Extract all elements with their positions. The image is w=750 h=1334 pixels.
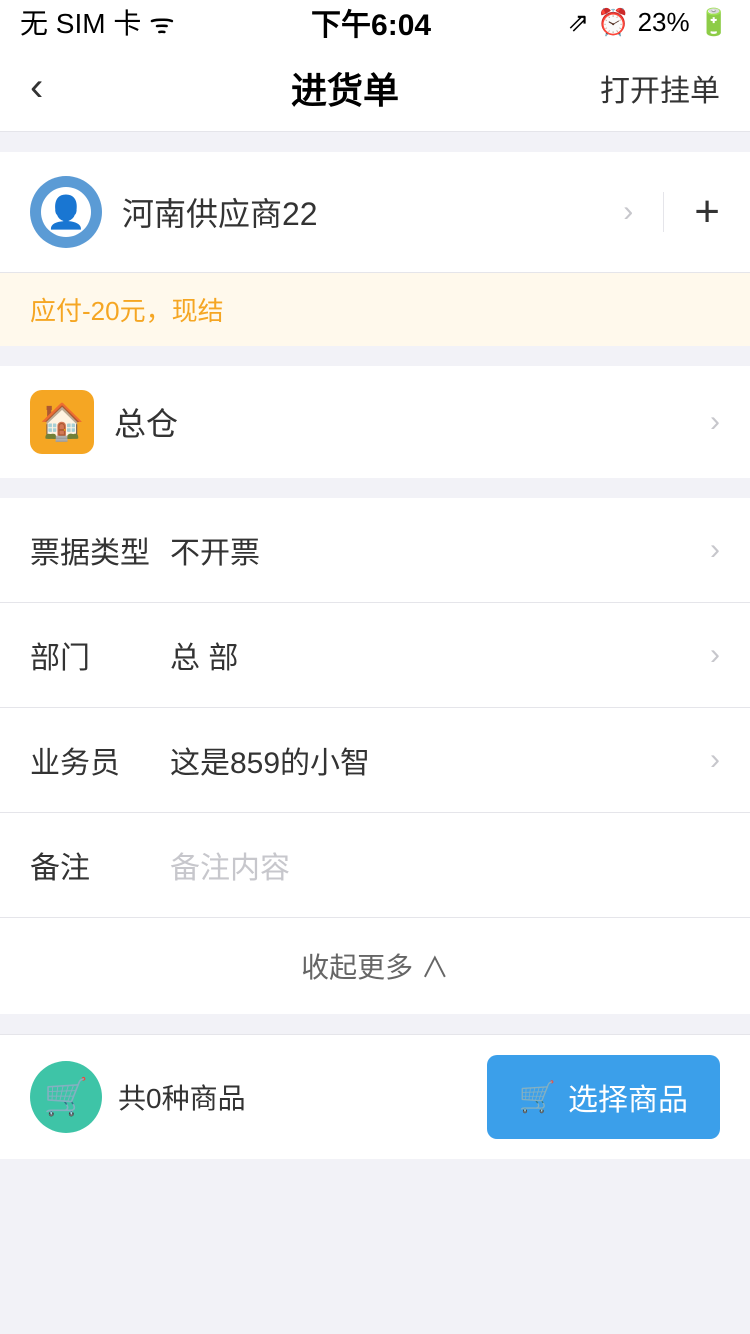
salesperson-label: 业务员 bbox=[30, 738, 170, 782]
collapse-button[interactable]: 收起更多 ∧ bbox=[0, 917, 750, 1014]
supplier-section: 👤 河南供应商22 › + 应付-20元，现结 bbox=[0, 152, 750, 346]
dept-label: 部门 bbox=[30, 633, 170, 677]
bottom-bar: 🛒 共0种商品 🛒 选择商品 bbox=[0, 1034, 750, 1159]
dept-value: 总 部 bbox=[170, 633, 710, 677]
supplier-name: 河南供应商22 bbox=[122, 189, 623, 235]
invoice-label: 票据类型 bbox=[30, 528, 170, 572]
warehouse-icon-wrap: 🏠 bbox=[30, 390, 94, 454]
back-button[interactable]: ‹ bbox=[30, 65, 90, 110]
supplier-notice: 应付-20元，现结 bbox=[0, 273, 750, 346]
avatar: 👤 bbox=[30, 176, 102, 248]
person-icon: 👤 bbox=[46, 193, 86, 231]
open-pending-button[interactable]: 打开挂单 bbox=[600, 66, 720, 110]
shopping-cart-icon: 🛒 bbox=[44, 1076, 89, 1118]
chevron-right-icon-invoice: › bbox=[710, 533, 720, 567]
section-gap-2 bbox=[0, 346, 750, 366]
form-row-dept[interactable]: 部门 总 部 › bbox=[0, 602, 750, 707]
form-row-invoice[interactable]: 票据类型 不开票 › bbox=[0, 498, 750, 602]
warehouse-row[interactable]: 🏠 总仓 › bbox=[0, 366, 750, 478]
sim-label: 无 SIM 卡 ᯤ bbox=[20, 2, 175, 42]
remark-input[interactable]: 备注内容 bbox=[170, 843, 720, 887]
warehouse-icon: 🏠 bbox=[40, 401, 85, 443]
warehouse-section: 🏠 总仓 › bbox=[0, 366, 750, 478]
product-count-label: 共0种商品 bbox=[118, 1077, 246, 1117]
status-bar: 无 SIM 卡 ᯤ 下午6:04 ⇗ ⏰ 23% 🔋 bbox=[0, 0, 750, 44]
invoice-value: 不开票 bbox=[170, 528, 710, 572]
location-icon: ⇗ bbox=[567, 7, 589, 38]
page-title: 进货单 bbox=[291, 62, 399, 114]
select-product-label: 选择商品 bbox=[568, 1075, 688, 1119]
nav-bar: ‹ 进货单 打开挂单 bbox=[0, 44, 750, 132]
status-time: 下午6:04 bbox=[311, 0, 431, 44]
select-product-button[interactable]: 🛒 选择商品 bbox=[487, 1055, 720, 1139]
form-section: 票据类型 不开票 › 部门 总 部 › 业务员 这是859的小智 › 备注 备注… bbox=[0, 498, 750, 1014]
supplier-actions: › + bbox=[623, 190, 720, 234]
form-row-remark[interactable]: 备注 备注内容 bbox=[0, 812, 750, 917]
form-row-salesperson[interactable]: 业务员 这是859的小智 › bbox=[0, 707, 750, 812]
battery-label: 23% bbox=[638, 7, 690, 38]
product-count-wrap: 🛒 共0种商品 bbox=[30, 1061, 246, 1133]
vertical-divider bbox=[663, 192, 664, 232]
chevron-right-icon-warehouse: › bbox=[710, 405, 720, 439]
status-right: ⇗ ⏰ 23% 🔋 bbox=[567, 7, 730, 38]
remark-label: 备注 bbox=[30, 843, 170, 887]
supplier-row[interactable]: 👤 河南供应商22 › + bbox=[0, 152, 750, 273]
chevron-right-icon-dept: › bbox=[710, 638, 720, 672]
cart-icon-wrap: 🛒 bbox=[30, 1061, 102, 1133]
status-left: 无 SIM 卡 ᯤ bbox=[20, 2, 175, 42]
chevron-right-icon: › bbox=[623, 195, 633, 229]
section-gap-1 bbox=[0, 132, 750, 152]
add-product-icon: 🛒 bbox=[519, 1080, 556, 1115]
chevron-right-icon-salesperson: › bbox=[710, 743, 720, 777]
add-supplier-button[interactable]: + bbox=[694, 190, 720, 234]
salesperson-value: 这是859的小智 bbox=[170, 738, 710, 782]
battery-icon: 🔋 bbox=[698, 7, 730, 38]
alarm-icon: ⏰ bbox=[597, 7, 629, 38]
section-gap-3 bbox=[0, 478, 750, 498]
collapse-label: 收起更多 ∧ bbox=[301, 946, 449, 986]
warehouse-name: 总仓 bbox=[114, 399, 710, 445]
